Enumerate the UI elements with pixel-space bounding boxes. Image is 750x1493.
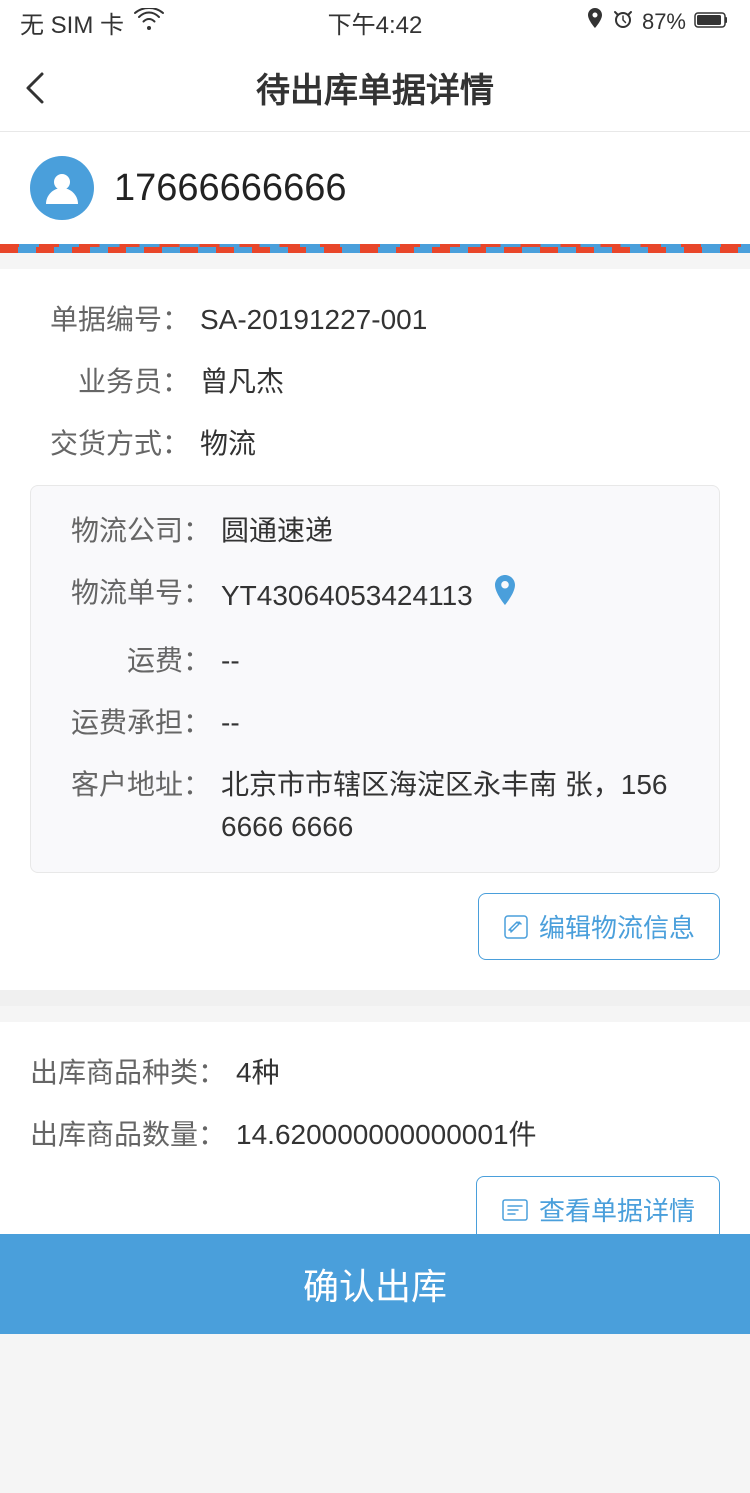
logistics-company-row: 物流公司： 圆通速递 [51,510,699,552]
address-value: 北京市市辖区海淀区永丰南 张，156 6666 6666 [221,764,699,848]
tracking-label: 物流单号： [51,572,211,614]
order-no-value: SA-20191227-001 [200,299,720,341]
battery-label: 87% [642,9,686,35]
tracking-row: 物流单号： YT43064053424113 [51,572,699,620]
status-left: 无 SIM 卡 [20,5,164,40]
delivery-value: 物流 [200,423,720,465]
nav-bar: 待出库单据详情 [0,44,750,132]
goods-type-value: 4种 [236,1052,720,1094]
freight-row: 运费： -- [51,640,699,682]
order-no-row: 单据编号： SA-20191227-001 [30,299,720,341]
battery-icon [694,9,730,35]
avatar [30,156,94,220]
customer-phone: 17666666666 [114,167,346,210]
goods-type-label: 出库商品种类： [30,1052,226,1094]
customer-header: 17666666666 [0,132,750,247]
view-details-label: 查看单据详情 [539,1191,695,1228]
address-label: 客户地址： [51,764,211,806]
delivery-label: 交货方式： [30,423,190,465]
edit-logistics-button[interactable]: 编辑物流信息 [478,893,720,960]
alarm-icon [612,8,634,36]
delivery-row: 交货方式： 物流 [30,423,720,465]
freight-label: 运费： [51,640,211,682]
freight-value: -- [221,640,699,682]
salesman-label: 业务员： [30,361,190,403]
tracking-value: YT43064053424113 [221,572,699,620]
goods-quantity-value: 14.620000000000001件 [236,1114,720,1156]
location-status-icon [586,8,604,36]
edit-logistics-label: 编辑物流信息 [539,908,695,945]
logistics-section: 物流公司： 圆通速递 物流单号： YT43064053424113 运费： --… [30,485,720,873]
order-info-section: 单据编号： SA-20191227-001 业务员： 曾凡杰 交货方式： 物流 … [0,269,750,990]
confirm-button-label: 确认出库 [303,1258,447,1310]
time-label: 下午4:42 [328,5,423,40]
logistics-company-value: 圆通速递 [221,510,699,552]
freight-bearer-row: 运费承担： -- [51,702,699,744]
wifi-icon [134,8,164,37]
section-divider [0,990,750,1006]
dashed-divider [0,247,750,253]
carrier-label: 无 SIM 卡 [20,5,124,40]
goods-quantity-row: 出库商品数量： 14.620000000000001件 [30,1114,720,1156]
location-icon[interactable] [487,572,523,620]
order-no-label: 单据编号： [30,299,190,341]
address-row: 客户地址： 北京市市辖区海淀区永丰南 张，156 6666 6666 [51,764,699,848]
edit-btn-row: 编辑物流信息 [30,893,720,960]
goods-quantity-label: 出库商品数量： [30,1114,226,1156]
goods-type-row: 出库商品种类： 4种 [30,1052,720,1094]
freight-bearer-label: 运费承担： [51,702,211,744]
status-bar: 无 SIM 卡 下午4:42 87% [0,0,750,44]
logistics-company-label: 物流公司： [51,510,211,552]
view-btn-row: 查看单据详情 [30,1176,720,1243]
salesman-value: 曾凡杰 [200,361,720,403]
back-button[interactable] [24,70,46,106]
confirm-button[interactable]: 确认出库 [0,1234,750,1334]
freight-bearer-value: -- [221,702,699,744]
view-details-button[interactable]: 查看单据详情 [476,1176,720,1243]
status-right: 87% [586,8,730,36]
page-title: 待出库单据详情 [256,63,494,112]
salesman-row: 业务员： 曾凡杰 [30,361,720,403]
